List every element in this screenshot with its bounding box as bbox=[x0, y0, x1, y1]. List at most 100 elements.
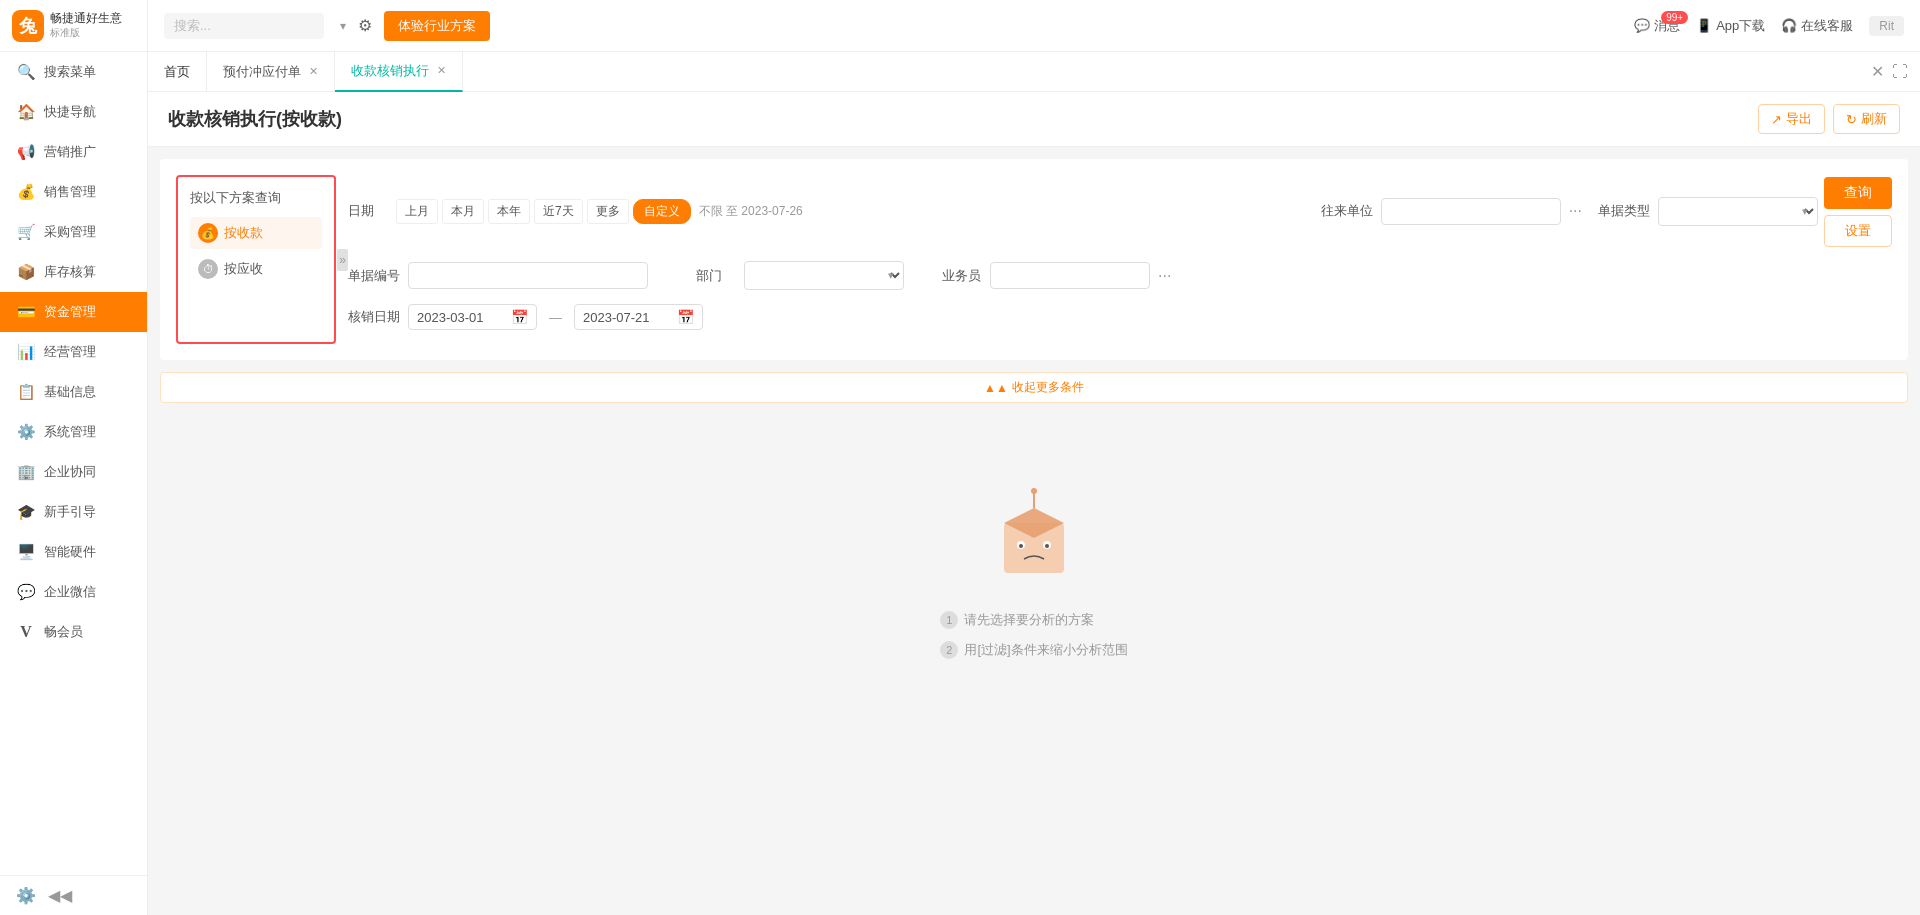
inventory-icon: 📦 bbox=[16, 262, 36, 282]
sidebar-menu: 🔍 搜索菜单 🏠 快捷导航 📢 营销推广 💰 销售管理 🛒 采购管理 📦 库存核… bbox=[0, 52, 147, 875]
empty-step-1: 1 请先选择要分析的方案 bbox=[940, 607, 1127, 633]
refresh-icon: ↻ bbox=[1846, 112, 1857, 127]
filter-left-panel: 按以下方案查询 💰 按收款 ⏱ 按应收 » bbox=[176, 175, 336, 344]
verify-date-start-calendar-icon[interactable]: 📅 bbox=[511, 309, 528, 325]
message-button[interactable]: 💬 消息 99+ bbox=[1634, 17, 1680, 35]
staff-input[interactable] bbox=[990, 262, 1150, 289]
tab-close-collection[interactable]: ✕ bbox=[437, 64, 446, 77]
counterpart-field: 往来单位 ··· bbox=[1321, 198, 1582, 225]
step-num-2: 2 bbox=[940, 641, 958, 659]
filter-option-by-collection[interactable]: 💰 按收款 bbox=[190, 217, 322, 249]
sidebar-item-system[interactable]: ⚙️ 系统管理 bbox=[0, 412, 147, 452]
date-btn-more[interactable]: 更多 bbox=[587, 199, 629, 224]
sales-icon: 💰 bbox=[16, 182, 36, 202]
sidebar-item-finance[interactable]: 💳 资金管理 bbox=[0, 292, 147, 332]
empty-text: 1 请先选择要分析的方案 2 用[过滤]条件来缩小分析范围 bbox=[940, 603, 1127, 667]
top-header: 搜索... ▾ ⚙ 体验行业方案 💬 消息 99+ 📱 App下载 🎧 在线客服… bbox=[148, 0, 1920, 52]
settings-button[interactable]: 设置 bbox=[1824, 215, 1892, 247]
refresh-button[interactable]: ↻ 刷新 bbox=[1833, 104, 1900, 134]
header-gear-icon[interactable]: ⚙ bbox=[358, 16, 372, 35]
sidebar-item-hardware[interactable]: 🖥️ 智能硬件 bbox=[0, 532, 147, 572]
bill-type-select[interactable] bbox=[1658, 197, 1818, 226]
dept-field: 部门 ▾ bbox=[696, 261, 894, 290]
purchase-icon: 🛒 bbox=[16, 222, 36, 242]
verify-date-start-input[interactable] bbox=[417, 310, 507, 325]
app-edition: 标准版 bbox=[50, 26, 122, 40]
tab-close-all-icon[interactable]: ✕ bbox=[1871, 62, 1884, 81]
header-right: 💬 消息 99+ 📱 App下载 🎧 在线客服 Rit bbox=[1634, 16, 1904, 36]
sidebar-item-search[interactable]: 🔍 搜索菜单 bbox=[0, 52, 147, 92]
sidebar-item-purchase[interactable]: 🛒 采购管理 bbox=[0, 212, 147, 252]
tab-prepay[interactable]: 预付冲应付单 ✕ bbox=[207, 52, 335, 92]
verify-date-end-input[interactable] bbox=[583, 310, 673, 325]
bill-no-label: 单据编号 bbox=[348, 267, 400, 285]
date-btn-last-month[interactable]: 上月 bbox=[396, 199, 438, 224]
sidebar-item-wechat[interactable]: 💬 企业微信 bbox=[0, 572, 147, 612]
verify-date-end-calendar-icon[interactable]: 📅 bbox=[677, 309, 694, 325]
page-content: 收款核销执行(按收款) ↗ 导出 ↻ 刷新 按以下方案查询 💰 按收款 bbox=[148, 92, 1920, 915]
date-separator: — bbox=[549, 310, 562, 325]
date-btn-this-month[interactable]: 本月 bbox=[442, 199, 484, 224]
filter-row-3: 核销日期 📅 — 📅 bbox=[348, 304, 1892, 330]
collapse-more-button[interactable]: ▲▲ 收起更多条件 bbox=[160, 372, 1908, 403]
date-btn-custom[interactable]: 自定义 bbox=[633, 199, 691, 224]
tab-bar: 首页 预付冲应付单 ✕ 收款核销执行 ✕ ✕ ⛶ bbox=[148, 52, 1920, 92]
online-service-button[interactable]: 🎧 在线客服 bbox=[1781, 17, 1853, 35]
date-btn-this-year[interactable]: 本年 bbox=[488, 199, 530, 224]
staff-label: 业务员 bbox=[942, 267, 982, 285]
wechat-icon: 💬 bbox=[16, 582, 36, 602]
app-download-button[interactable]: 📱 App下载 bbox=[1696, 17, 1765, 35]
finance-icon: 💳 bbox=[16, 302, 36, 322]
staff-more-icon[interactable]: ··· bbox=[1158, 267, 1171, 285]
operation-icon: 📊 bbox=[16, 342, 36, 362]
sidebar-item-marketing[interactable]: 📢 营销推广 bbox=[0, 132, 147, 172]
date-buttons: 上月 本月 本年 近7天 更多 自定义 bbox=[396, 199, 691, 224]
counterpart-input[interactable] bbox=[1381, 198, 1561, 225]
system-icon: ⚙️ bbox=[16, 422, 36, 442]
filter-option-by-receivable[interactable]: ⏱ 按应收 bbox=[190, 253, 322, 285]
sidebar-item-guide[interactable]: 🎓 新手引导 bbox=[0, 492, 147, 532]
collapse-left-panel-icon[interactable]: » bbox=[337, 249, 348, 271]
member-icon: V bbox=[16, 622, 36, 642]
step-num-1: 1 bbox=[940, 611, 958, 629]
collapse-more-icon: ▲▲ bbox=[984, 381, 1008, 395]
sidebar-item-enterprise[interactable]: 🏢 企业协同 bbox=[0, 452, 147, 492]
sidebar-item-sales[interactable]: 💰 销售管理 bbox=[0, 172, 147, 212]
page-header-actions: ↗ 导出 ↻ 刷新 bbox=[1758, 104, 1900, 146]
settings-icon[interactable]: ⚙️ bbox=[16, 886, 36, 905]
sidebar-item-member[interactable]: V 畅会员 bbox=[0, 612, 147, 652]
export-button[interactable]: ↗ 导出 bbox=[1758, 104, 1825, 134]
page-title: 收款核销执行(按收款) bbox=[168, 107, 342, 143]
dept-select[interactable] bbox=[744, 261, 904, 290]
filter-panel-title: 按以下方案查询 bbox=[190, 189, 322, 207]
query-button[interactable]: 查询 bbox=[1824, 177, 1892, 209]
app-icon: 📱 bbox=[1696, 18, 1712, 33]
collapse-sidebar-icon[interactable]: ◀◀ bbox=[48, 886, 72, 905]
header-search[interactable]: 搜索... bbox=[164, 13, 324, 39]
date-range-text: 不限 至 2023-07-26 bbox=[699, 203, 803, 220]
empty-step-2: 2 用[过滤]条件来缩小分析范围 bbox=[940, 637, 1127, 663]
home-icon: 🏠 bbox=[16, 102, 36, 122]
tab-home[interactable]: 首页 bbox=[148, 52, 207, 92]
svg-point-5 bbox=[1045, 544, 1049, 548]
verify-date-start-group: 📅 bbox=[408, 304, 537, 330]
tab-collection[interactable]: 收款核销执行 ✕ bbox=[335, 52, 463, 92]
tab-close-prepay[interactable]: ✕ bbox=[309, 65, 318, 78]
date-btn-7days[interactable]: 近7天 bbox=[534, 199, 583, 224]
solution-button[interactable]: 体验行业方案 bbox=[384, 11, 490, 41]
empty-illustration bbox=[974, 483, 1094, 583]
sidebar-item-basic[interactable]: 📋 基础信息 bbox=[0, 372, 147, 412]
tab-bar-actions: ✕ ⛶ bbox=[1859, 62, 1920, 81]
filter-panel: 按以下方案查询 💰 按收款 ⏱ 按应收 » 日期 bbox=[160, 159, 1908, 360]
tab-fullscreen-icon[interactable]: ⛶ bbox=[1892, 63, 1908, 81]
message-badge: 99+ bbox=[1661, 11, 1688, 24]
verify-date-field: 核销日期 📅 — 📅 bbox=[348, 304, 703, 330]
sidebar-item-inventory[interactable]: 📦 库存核算 bbox=[0, 252, 147, 292]
bill-no-input[interactable] bbox=[408, 262, 648, 289]
user-profile[interactable]: Rit bbox=[1869, 16, 1904, 36]
header-chevron-icon[interactable]: ▾ bbox=[340, 19, 346, 33]
sidebar-item-operation[interactable]: 📊 经营管理 bbox=[0, 332, 147, 372]
basic-icon: 📋 bbox=[16, 382, 36, 402]
sidebar-item-nav[interactable]: 🏠 快捷导航 bbox=[0, 92, 147, 132]
counterpart-more-icon[interactable]: ··· bbox=[1569, 202, 1582, 220]
